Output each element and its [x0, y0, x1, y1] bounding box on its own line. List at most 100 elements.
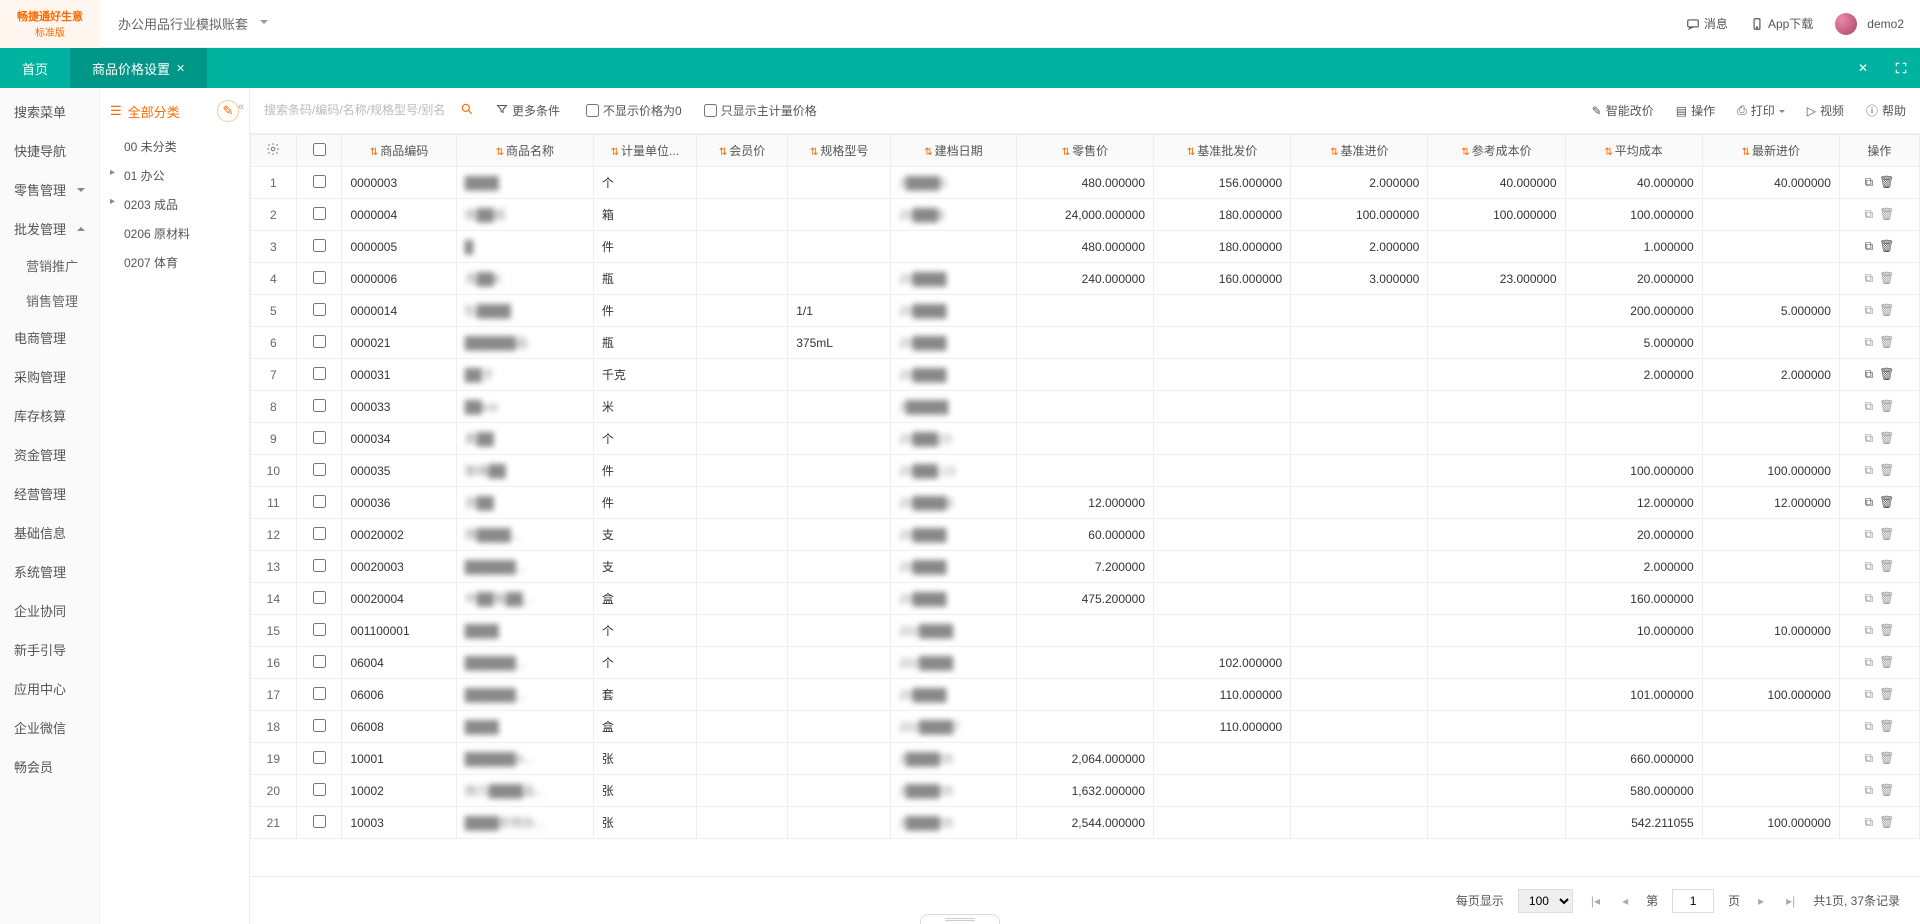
row-copy-icon[interactable]: ⧉ [1865, 623, 1874, 637]
row-checkbox[interactable] [313, 815, 326, 828]
sidebar-item[interactable]: 库存核算 [0, 396, 99, 435]
tree-collapse[interactable]: « [232, 98, 250, 116]
sidebar-item[interactable]: 企业协同 [0, 591, 99, 630]
sidebar-item[interactable]: 畅会员 [0, 747, 99, 786]
row-checkbox[interactable] [313, 687, 326, 700]
first-page[interactable]: |◂ [1587, 894, 1604, 908]
bottom-drawer-handle[interactable] [920, 914, 1000, 924]
sidebar-item[interactable]: 资金管理 [0, 435, 99, 474]
col-header[interactable]: ⇅规格型号 [788, 135, 891, 167]
table-row[interactable]: 8000033██est米2█████⧉🗑 [251, 391, 1920, 423]
col-header[interactable]: ⇅零售价 [1016, 135, 1153, 167]
table-row[interactable]: 40000006洗██K瓶20████240.000000160.0000003… [251, 263, 1920, 295]
col-header[interactable]: ⇅建档日期 [891, 135, 1017, 167]
row-checkbox[interactable] [313, 783, 326, 796]
row-delete-icon[interactable]: 🗑 [1879, 655, 1894, 669]
row-delete-icon[interactable]: 🗑 [1879, 719, 1894, 733]
row-checkbox[interactable] [313, 623, 326, 636]
table-row[interactable]: 1606004██████...个202████102.000000⧉🗑 [251, 647, 1920, 679]
col-header[interactable] [296, 135, 342, 167]
row-checkbox[interactable] [313, 175, 326, 188]
tree-node[interactable]: 0206 原材料 [104, 219, 245, 248]
row-copy-icon[interactable]: ⧉ [1865, 559, 1874, 573]
row-copy-icon[interactable]: ⧉ [1865, 239, 1874, 253]
table-row[interactable]: 1806008████盒202████7110.000000⧉🗑 [251, 711, 1920, 743]
sidebar-item[interactable]: 经营管理 [0, 474, 99, 513]
table-row[interactable]: 20000004收██纸箱20███824,000.000000180.0000… [251, 199, 1920, 231]
more-filters[interactable]: 更多条件 [496, 102, 564, 119]
video-button[interactable]: ▷视频 [1807, 102, 1844, 119]
row-delete-icon[interactable]: 🗑 [1879, 623, 1894, 637]
row-delete-icon[interactable]: 🗑 [1879, 527, 1894, 541]
row-delete-icon[interactable]: 🗑 [1879, 367, 1894, 381]
hide-zero-checkbox[interactable]: 不显示价格为0 [586, 102, 682, 119]
row-copy-icon[interactable]: ⧉ [1865, 175, 1874, 189]
sidebar-item[interactable]: 零售管理 [0, 170, 99, 209]
row-copy-icon[interactable]: ⧉ [1865, 207, 1874, 221]
sidebar-item[interactable]: 应用中心 [0, 669, 99, 708]
table-row[interactable]: 11000036测██件20████812.00000012.00000012.… [251, 487, 1920, 519]
search-icon[interactable] [460, 102, 474, 119]
row-checkbox[interactable] [313, 303, 326, 316]
row-delete-icon[interactable]: 🗑 [1879, 751, 1894, 765]
table-row[interactable]: 2010002扬力████品...张2████051,632.000000580… [251, 775, 1920, 807]
sidebar-subitem[interactable]: 营销推广 [0, 248, 99, 283]
prev-page[interactable]: ◂ [1618, 894, 1632, 908]
row-delete-icon[interactable]: 🗑 [1879, 687, 1894, 701]
row-delete-icon[interactable]: 🗑 [1879, 399, 1894, 413]
row-copy-icon[interactable]: ⧉ [1865, 591, 1874, 605]
main-unit-only-checkbox[interactable]: 只显示主计量价格 [704, 102, 817, 119]
sidebar-item[interactable]: 系统管理 [0, 552, 99, 591]
row-copy-icon[interactable]: ⧉ [1865, 687, 1874, 701]
row-copy-icon[interactable]: ⧉ [1865, 367, 1874, 381]
page-size-select[interactable]: 100 [1518, 889, 1573, 913]
row-checkbox[interactable] [313, 431, 326, 444]
table-row[interactable]: 30000005█件480.000000180.0000002.0000001.… [251, 231, 1920, 263]
smart-reprice-button[interactable]: ✎智能改价 [1592, 102, 1654, 119]
select-all-checkbox[interactable] [313, 143, 326, 156]
search-input[interactable] [264, 99, 474, 122]
row-checkbox[interactable] [313, 719, 326, 732]
sidebar-item[interactable]: 搜索菜单 [0, 92, 99, 131]
row-checkbox[interactable] [313, 271, 326, 284]
row-copy-icon[interactable]: ⧉ [1865, 751, 1874, 765]
row-copy-icon[interactable]: ⧉ [1865, 815, 1874, 829]
col-header[interactable]: ⇅基准进价 [1291, 135, 1428, 167]
tab-home[interactable]: 首页 [0, 48, 70, 88]
sidebar-item[interactable]: 批发管理 [0, 209, 99, 248]
row-copy-icon[interactable]: ⧉ [1865, 271, 1874, 285]
tab-price-settings[interactable]: 商品价格设置 ✕ [70, 48, 207, 88]
table-scroll[interactable]: ⇅商品编码⇅商品名称⇅计量单位...⇅会员价⇅规格型号⇅建档日期⇅零售价⇅基准批… [250, 134, 1920, 876]
col-header[interactable] [251, 135, 297, 167]
table-row[interactable]: 1400020004中██笔██...盒20████475.200000160.… [251, 583, 1920, 615]
table-row[interactable]: 7000031██子千克20████2.0000002.000000⧉🗑 [251, 359, 1920, 391]
table-row[interactable]: 2110003████折特办...张2████052,544.000000542… [251, 807, 1920, 839]
col-header[interactable]: ⇅参考成本价 [1428, 135, 1565, 167]
table-row[interactable]: 1706006██████...套20████110.000000101.000… [251, 679, 1920, 711]
row-checkbox[interactable] [313, 399, 326, 412]
row-copy-icon[interactable]: ⧉ [1865, 719, 1874, 733]
tabs-close-all[interactable]: ✕ [1844, 48, 1882, 88]
table-row[interactable]: 15001100001████个202████10.00000010.00000… [251, 615, 1920, 647]
fullscreen-button[interactable] [1882, 48, 1920, 88]
row-checkbox[interactable] [313, 751, 326, 764]
row-checkbox[interactable] [313, 527, 326, 540]
print-button[interactable]: ⎙打印 [1737, 102, 1785, 119]
row-delete-icon[interactable]: 🗑 [1879, 815, 1894, 829]
row-delete-icon[interactable]: 🗑 [1879, 207, 1894, 221]
close-icon[interactable]: ✕ [176, 62, 185, 75]
row-delete-icon[interactable]: 🗑 [1879, 175, 1894, 189]
operations-button[interactable]: ▤操作 [1676, 102, 1715, 119]
col-header[interactable]: ⇅会员价 [696, 135, 787, 167]
gear-icon[interactable] [266, 142, 280, 156]
row-copy-icon[interactable]: ⧉ [1865, 303, 1874, 317]
sidebar-item[interactable]: 采购管理 [0, 357, 99, 396]
table-row[interactable]: 1300020003██████...支20████7.2000002.0000… [251, 551, 1920, 583]
row-copy-icon[interactable]: ⧉ [1865, 463, 1874, 477]
row-checkbox[interactable] [313, 335, 326, 348]
user-menu[interactable]: demo2 [1835, 13, 1904, 35]
row-delete-icon[interactable]: 🗑 [1879, 271, 1894, 285]
table-row[interactable]: 10000035玻璃██件20███-13100.000000100.00000… [251, 455, 1920, 487]
col-header[interactable]: ⇅计量单位... [593, 135, 696, 167]
sidebar-item[interactable]: 快捷导航 [0, 131, 99, 170]
